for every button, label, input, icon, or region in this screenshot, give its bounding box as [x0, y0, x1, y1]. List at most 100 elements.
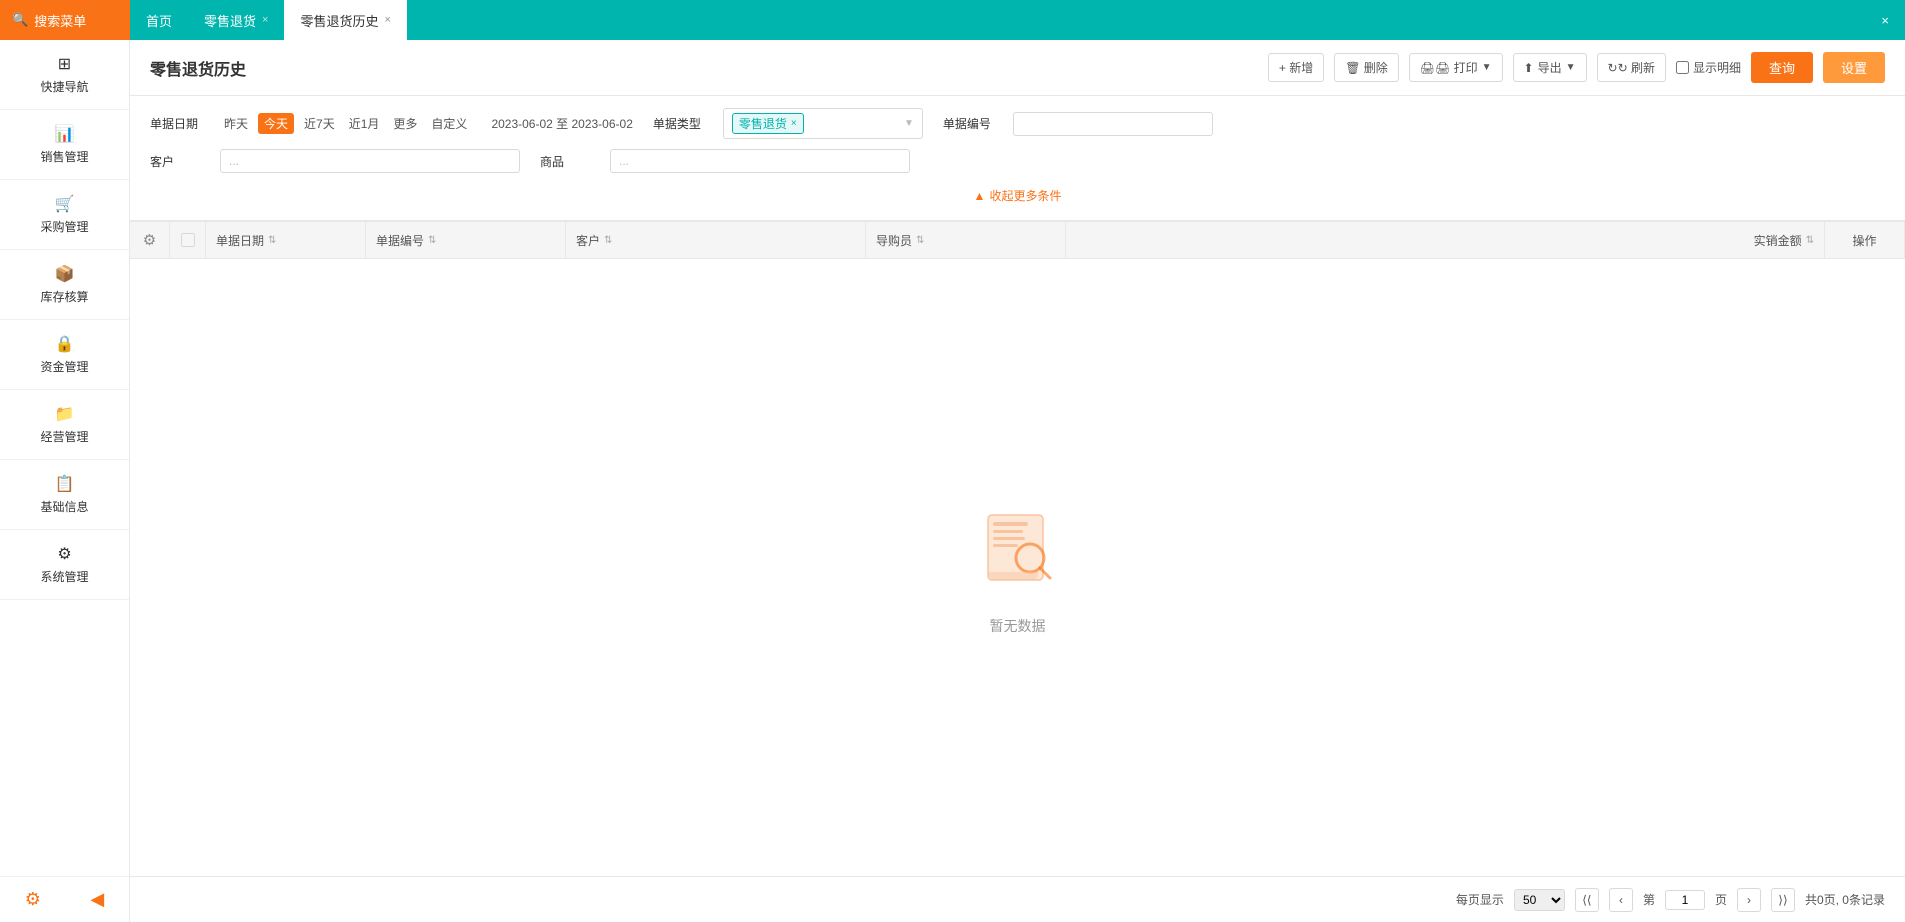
number-input[interactable]	[1013, 112, 1213, 136]
main-layout: ⊞ 快捷导航 📊 销售管理 🛒 采购管理 📦 库存核算 🔒 资金管理 📁 经营管…	[0, 40, 1905, 922]
search-menu-btn[interactable]: 🔍 搜索菜单	[0, 0, 130, 40]
next-page-btn[interactable]: ›	[1737, 888, 1761, 912]
sort-customer-icon[interactable]: ⇅	[604, 235, 612, 246]
th-guide-label: 导购员	[876, 232, 912, 249]
tab-home[interactable]: 首页	[130, 0, 188, 40]
date-opt-custom[interactable]: 自定义	[427, 113, 471, 134]
th-customer[interactable]: 客户 ⇅	[566, 222, 866, 258]
last-page-btn[interactable]: ⟩⟩	[1771, 888, 1795, 912]
sidebar-item-purchase-mgmt[interactable]: 🛒 采购管理	[0, 180, 129, 250]
show-detail-checkbox[interactable]	[1676, 61, 1689, 74]
sort-number-icon[interactable]: ⇅	[428, 235, 436, 246]
window-close-btn[interactable]: ×	[1881, 13, 1905, 28]
refresh-label: ↻ 刷新	[1618, 59, 1655, 76]
customer-select[interactable]: ...	[220, 149, 520, 173]
page-suffix: 页	[1715, 891, 1727, 908]
sidebar-item-system-mgmt-label: 系统管理	[40, 568, 88, 585]
print-chevron-icon: ▼	[1482, 62, 1492, 73]
select-all-checkbox[interactable]	[181, 233, 195, 247]
date-opt-today[interactable]: 今天	[258, 113, 294, 134]
sidebar-item-finance[interactable]: 🔒 资金管理	[0, 320, 129, 390]
total-info: 共0页, 0条记录	[1805, 891, 1885, 908]
sidebar-item-basic-info[interactable]: 📋 基础信息	[0, 460, 129, 530]
show-detail-toggle[interactable]: 显示明细	[1676, 59, 1741, 76]
tab-retail-return-history-close[interactable]: ×	[384, 14, 390, 26]
sidebar-item-finance-label: 资金管理	[40, 358, 88, 375]
sidebar-item-quick-nav-label: 快捷导航	[40, 78, 88, 95]
export-label: 导出	[1538, 59, 1562, 76]
date-range: 2023-06-02 至 2023-06-02	[491, 115, 632, 132]
settings-icon[interactable]: ⚙	[25, 889, 41, 910]
query-button[interactable]: 查询	[1751, 52, 1813, 83]
goods-select[interactable]: ...	[610, 149, 910, 173]
sort-date-icon[interactable]: ⇅	[268, 235, 276, 246]
sales-mgmt-icon: 📊	[55, 124, 75, 144]
page-size-select[interactable]: 50 10 20 100	[1514, 889, 1565, 911]
page-input[interactable]	[1665, 890, 1705, 910]
tab-retail-return-label: 零售退货	[204, 11, 256, 30]
date-opt-1month[interactable]: 近1月	[345, 113, 384, 134]
empty-state: 暂无数据	[130, 259, 1905, 876]
type-select[interactable]: 零售退货 × ▼	[723, 108, 923, 139]
tab-retail-return[interactable]: 零售退货 ×	[188, 0, 284, 40]
tab-retail-return-close[interactable]: ×	[262, 14, 268, 26]
th-settings[interactable]: ⚙	[130, 222, 170, 258]
th-amount[interactable]: 实销金额 ⇅	[1066, 222, 1825, 258]
refresh-icon: ↻	[1608, 61, 1618, 75]
refresh-button[interactable]: ↻ ↻ 刷新	[1597, 53, 1666, 82]
sort-guide-icon[interactable]: ⇅	[916, 235, 924, 246]
sidebar-item-system-mgmt[interactable]: ⚙ 系统管理	[0, 530, 129, 600]
empty-text: 暂无数据	[990, 616, 1046, 636]
sort-amount-icon[interactable]: ⇅	[1806, 235, 1814, 246]
th-number[interactable]: 单据编号 ⇅	[366, 222, 566, 258]
setting-button[interactable]: 设置	[1823, 52, 1885, 83]
collapse-label: 收起更多条件	[989, 187, 1061, 204]
collapse-icon: ▲	[974, 189, 986, 203]
export-button[interactable]: ⬆ 导出 ▼	[1513, 53, 1587, 82]
top-bar: 🔍 搜索菜单 首页 零售退货 × 零售退货历史 × ×	[0, 0, 1905, 40]
export-icon: ⬆	[1524, 61, 1534, 75]
sidebar-item-operation[interactable]: 📁 经营管理	[0, 390, 129, 460]
table-settings-icon[interactable]: ⚙	[143, 231, 156, 249]
print-button[interactable]: 🖨 🖨 打印 ▼	[1409, 53, 1503, 82]
prev-page-btn[interactable]: ‹	[1609, 888, 1633, 912]
sidebar-item-quick-nav[interactable]: ⊞ 快捷导航	[0, 40, 129, 110]
date-opt-7days[interactable]: 近7天	[300, 113, 339, 134]
type-tag-close[interactable]: ×	[791, 118, 797, 129]
sidebar-item-sales-mgmt-label: 销售管理	[40, 148, 88, 165]
delete-button[interactable]: 🗑 删除	[1334, 53, 1399, 82]
inventory-icon: 📦	[55, 264, 75, 284]
collapse-button[interactable]: ▲ 收起更多条件	[974, 183, 1062, 208]
th-guide[interactable]: 导购员 ⇅	[866, 222, 1066, 258]
sidebar-item-sales-mgmt[interactable]: 📊 销售管理	[0, 110, 129, 180]
th-checkbox[interactable]	[170, 222, 206, 258]
type-tag-label: 零售退货	[739, 115, 787, 132]
tab-bar: 首页 零售退货 × 零售退货历史 ×	[130, 0, 1881, 40]
print-label: 🖨 打印	[1435, 59, 1478, 76]
th-date[interactable]: 单据日期 ⇅	[206, 222, 366, 258]
tab-retail-return-history[interactable]: 零售退货历史 ×	[284, 0, 406, 40]
filter-row-2: 客户 ... 商品 ...	[150, 149, 1885, 173]
th-number-label: 单据编号	[376, 232, 424, 249]
add-button[interactable]: + 新增	[1268, 53, 1324, 82]
date-opt-more[interactable]: 更多	[389, 113, 421, 134]
date-range-value: 2023-06-02 至 2023-06-02	[491, 115, 632, 132]
sidebar: ⊞ 快捷导航 📊 销售管理 🛒 采购管理 📦 库存核算 🔒 资金管理 📁 经营管…	[0, 40, 130, 922]
quick-nav-icon: ⊞	[55, 54, 75, 74]
date-opt-yesterday[interactable]: 昨天	[220, 113, 252, 134]
print-icon: 🖨	[1420, 61, 1435, 75]
basic-info-icon: 📋	[55, 474, 75, 494]
goods-placeholder: ...	[619, 154, 629, 168]
sidebar-bottom: ⚙ ◀	[0, 876, 129, 922]
goods-label: 商品	[540, 153, 590, 170]
first-page-btn[interactable]: ⟨⟨	[1575, 888, 1599, 912]
collapse-sidebar-icon[interactable]: ◀	[90, 889, 104, 910]
sidebar-item-inventory-label: 库存核算	[40, 288, 88, 305]
search-icon: 🔍	[12, 12, 28, 28]
date-options: 昨天 今天 近7天 近1月 更多 自定义	[220, 113, 471, 134]
date-label: 单据日期	[150, 115, 200, 132]
th-customer-label: 客户	[576, 232, 600, 249]
sidebar-item-inventory[interactable]: 📦 库存核算	[0, 250, 129, 320]
type-label: 单据类型	[653, 115, 703, 132]
number-label: 单据编号	[943, 115, 993, 132]
